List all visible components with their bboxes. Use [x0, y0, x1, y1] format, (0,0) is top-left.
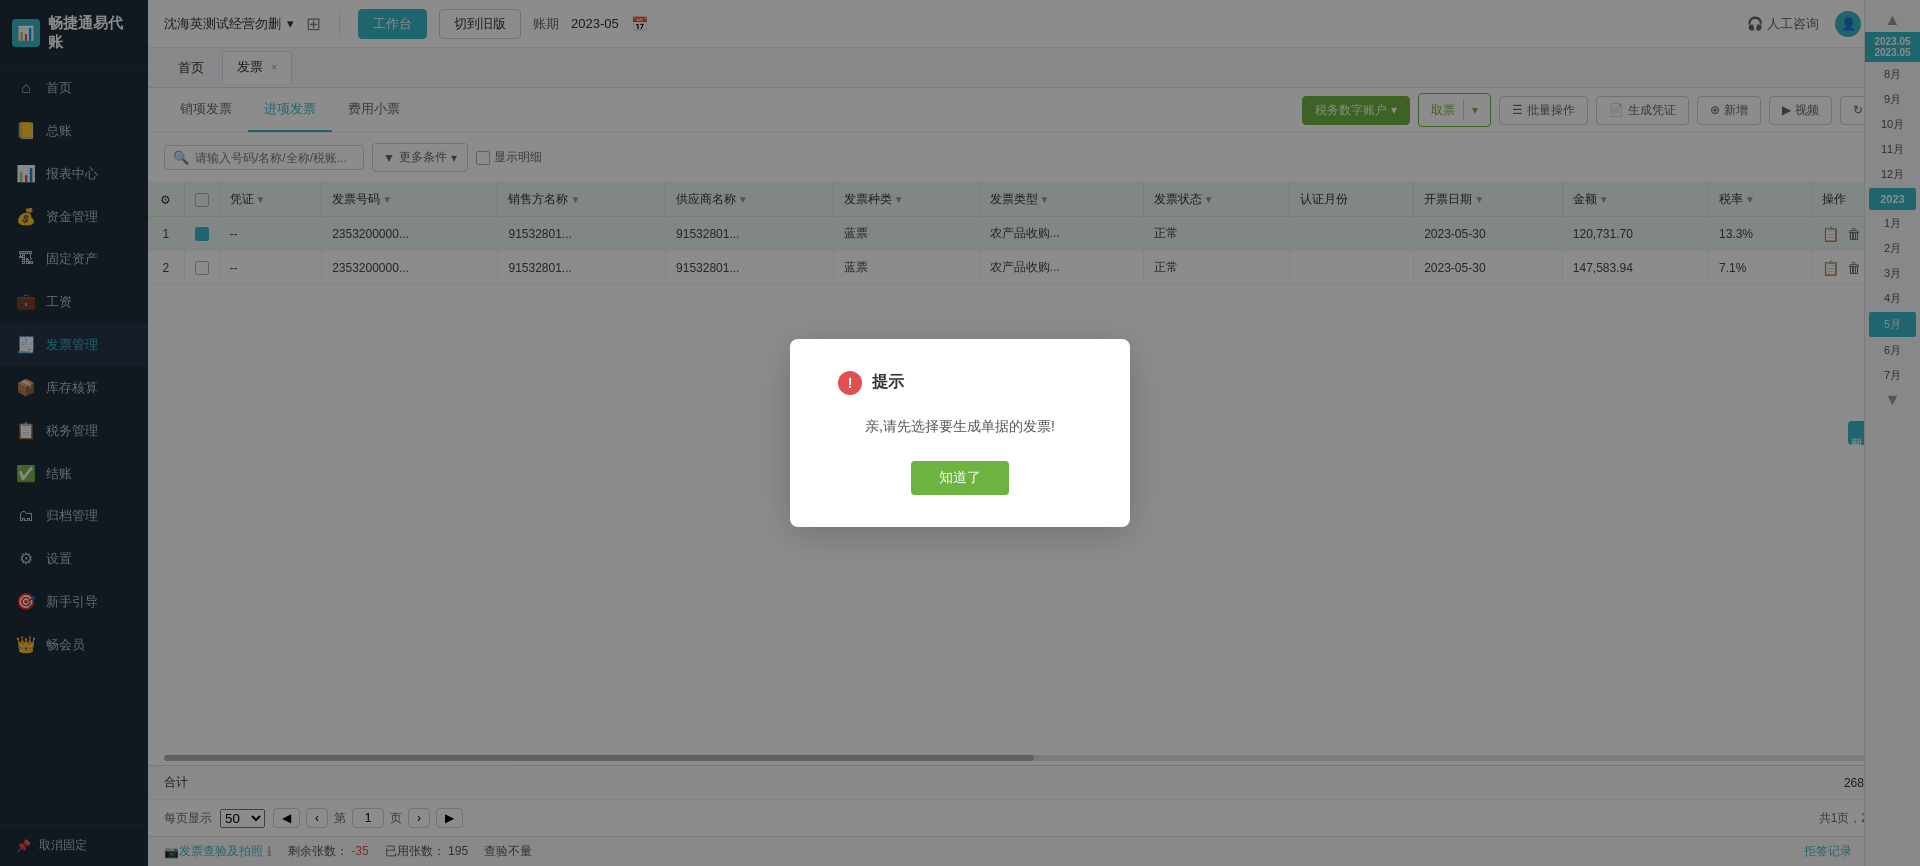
- modal-message: 亲,请先选择要生成单据的发票!: [865, 415, 1055, 437]
- modal-title: 提示: [872, 372, 904, 393]
- modal-confirm-button[interactable]: 知道了: [911, 461, 1009, 495]
- modal-box: ! 提示 亲,请先选择要生成单据的发票! 知道了: [790, 339, 1130, 527]
- modal-overlay: ! 提示 亲,请先选择要生成单据的发票! 知道了: [0, 0, 1920, 866]
- modal-title-row: ! 提示: [838, 371, 904, 395]
- modal-warn-icon: !: [838, 371, 862, 395]
